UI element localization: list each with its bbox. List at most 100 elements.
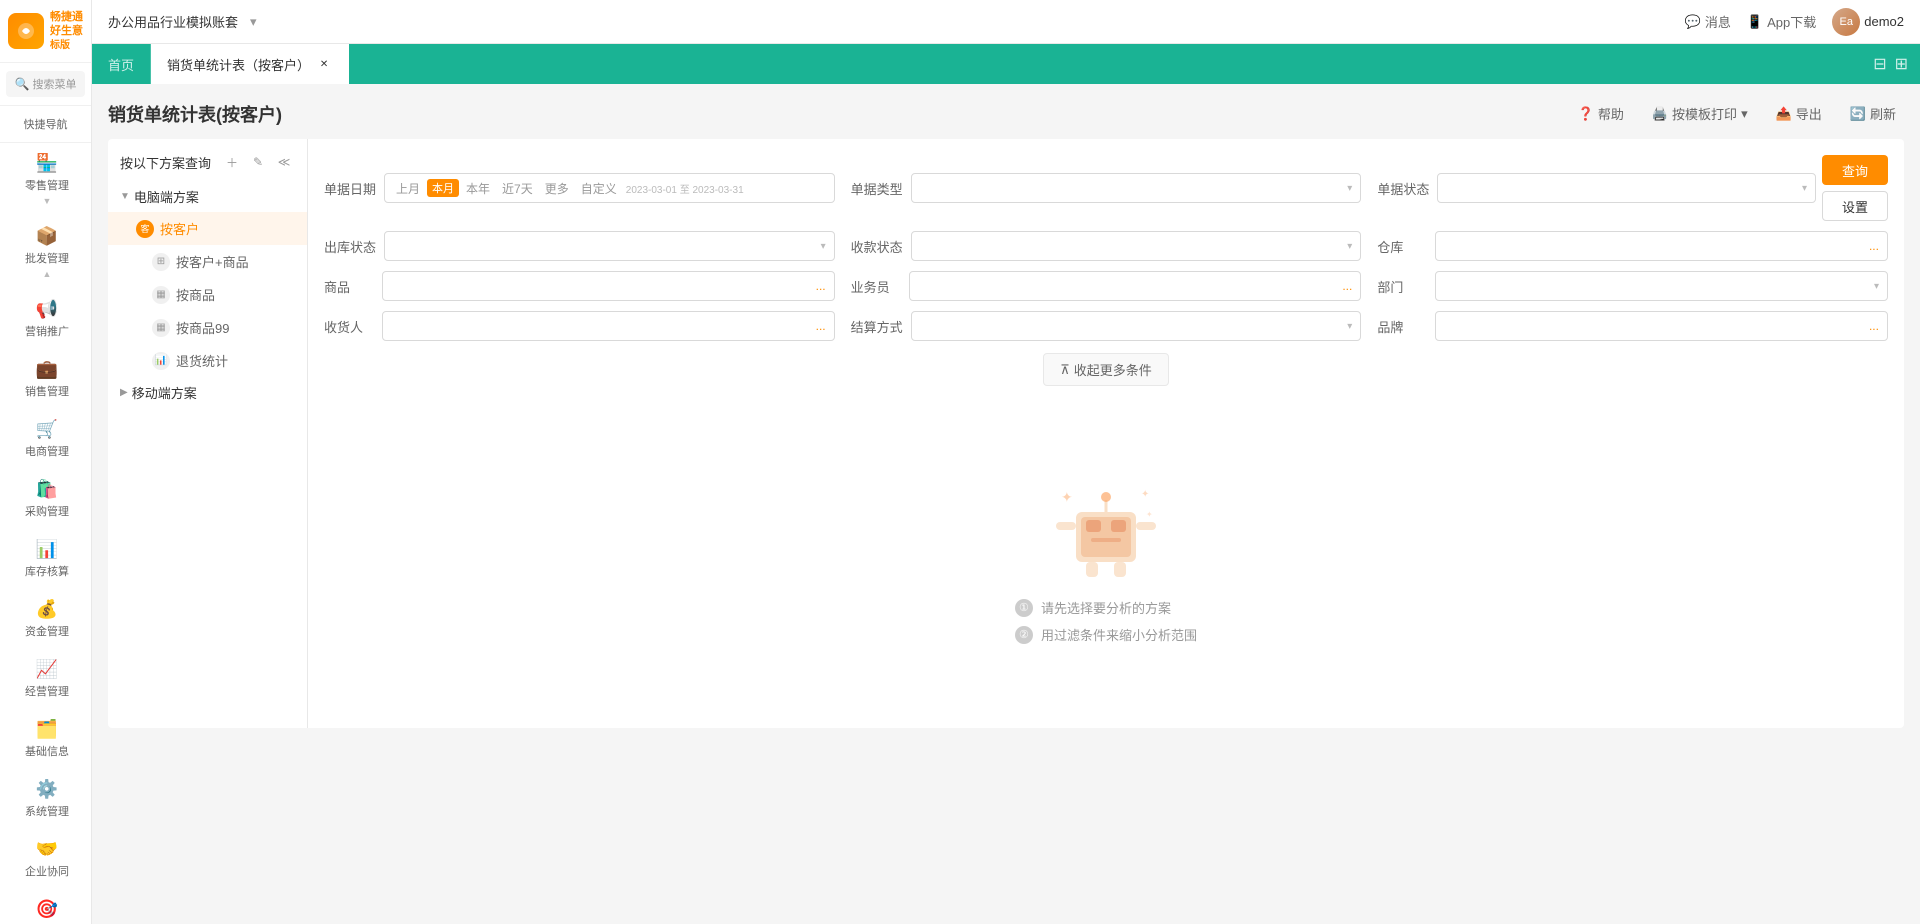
tab-close-button[interactable]: ✕ [316, 56, 332, 72]
minimize-button[interactable]: ⊟ [1873, 54, 1886, 74]
svg-text:✦: ✦ [1061, 489, 1073, 505]
collapse-panel-button[interactable]: ≪ [273, 151, 295, 173]
page-actions: ❓ 帮助 🖨️ 按模板打印 ▾ 📤 导出 🔄 刷新 [1570, 100, 1904, 127]
date-this-month[interactable]: 本月 [427, 179, 459, 197]
filter-receiver: 收货人 ... [324, 311, 835, 341]
scheme-item-by-goods[interactable]: ▦ 按商品 [108, 278, 307, 311]
quick-nav: 快捷导航 [0, 106, 91, 143]
warehouse-select[interactable]: ... [1435, 231, 1888, 261]
filter-salesperson: 业务员 ... [851, 271, 1362, 301]
sidebar-item-marketing[interactable]: 📢 营销推广 [0, 289, 91, 349]
doc-status-label: 单据状态 [1377, 179, 1429, 198]
tab-home[interactable]: 首页 [92, 44, 151, 84]
sidebar-item-newcomer[interactable]: 🎯 新手引导 [0, 889, 91, 924]
filter-date: 单据日期 上月 本月 本年 近7天 更多 自定义 2023-03-01 至 20… [324, 173, 835, 203]
maximize-button[interactable]: ⊞ [1895, 54, 1908, 74]
help-button[interactable]: ❓ 帮助 [1570, 100, 1632, 127]
date-range-text: 2023-03-01 至 2023-03-31 [626, 181, 744, 196]
filter-doc-status: 单据状态 ▾ [1377, 173, 1816, 203]
department-select[interactable]: ▾ [1435, 271, 1888, 301]
messages-button[interactable]: 💬 消息 [1685, 12, 1731, 31]
date-last-month[interactable]: 上月 [391, 178, 425, 199]
app-logo: 畅捷通好生意 标版 [0, 0, 91, 63]
search-menu-button[interactable]: 🔍 帮助 搜索菜单 [6, 71, 85, 97]
header-actions: 💬 消息 📱 App下载 Ea demo2 [1685, 8, 1904, 36]
marketing-icon: 📢 [36, 299, 58, 320]
date-this-year[interactable]: 本年 [461, 178, 495, 199]
brand-label: 品牌 [1377, 317, 1427, 336]
collapse-filters-button[interactable]: ⊼ 收起更多条件 [1043, 353, 1169, 386]
sidebar-item-system[interactable]: ⚙️ 系统管理 [0, 769, 91, 829]
grid-scheme-icon: ⊞ [152, 253, 170, 271]
avatar: Ea [1832, 8, 1860, 36]
chevron-down-icon5: ▾ [1874, 281, 1879, 292]
page-title: 销货单统计表(按客户) [108, 101, 282, 127]
goods-select[interactable]: ... [382, 271, 835, 301]
outbound-select[interactable]: ▾ [384, 231, 835, 261]
print-arrow: ▾ [1741, 106, 1748, 122]
filter-doc-type: 单据类型 ▾ [851, 173, 1362, 203]
outbound-label: 出库状态 [324, 237, 376, 256]
sidebar-item-purchase[interactable]: 🛍️ 采购管理 [0, 469, 91, 529]
scheme-group-desktop-header[interactable]: ▼ 电脑端方案 [108, 181, 307, 212]
svg-text:✦: ✦ [1146, 510, 1153, 519]
wholesale-icon: 📦 [36, 226, 58, 247]
app-download-button[interactable]: 📱 App下载 [1747, 12, 1816, 31]
sidebar-item-inventory[interactable]: 📊 库存核算 [0, 529, 91, 589]
bar-scheme-icon: 📊 [152, 352, 170, 370]
top-header: 办公用品行业模拟账套 ▾ 💬 消息 📱 App下载 Ea demo2 [92, 0, 1920, 44]
scheme-item-by-goods-99[interactable]: ▦ 按商品99 [108, 311, 307, 344]
sidebar-item-sales[interactable]: 💼 销售管理 [0, 349, 91, 409]
export-button[interactable]: 📤 导出 [1768, 100, 1830, 127]
date-more[interactable]: 更多 [540, 178, 574, 199]
left-panel-title: 按以下方案查询 [120, 153, 211, 172]
payment-status-select[interactable]: ▾ [911, 231, 1362, 261]
sidebar-item-finance[interactable]: 💰 资金管理 [0, 589, 91, 649]
quick-nav-button[interactable]: 快捷导航 [0, 112, 91, 136]
date-custom[interactable]: 自定义 [576, 178, 622, 199]
date-last-7[interactable]: 近7天 [497, 178, 538, 199]
breadcrumb-area: 办公用品行业模拟账套 ▾ [108, 12, 261, 31]
chevron-down-icon: ▾ [1347, 183, 1352, 194]
settlement-label: 结算方式 [851, 317, 903, 336]
left-panel: 按以下方案查询 ＋ ✎ ≪ ▼ 电脑端方案 客 按客户 [108, 139, 308, 728]
sidebar-item-operations[interactable]: 📈 经营管理 [0, 649, 91, 709]
scheme-item-return-stat[interactable]: 📊 退货统计 [108, 344, 307, 377]
refresh-button[interactable]: 🔄 刷新 [1842, 100, 1904, 127]
doc-type-select[interactable]: ▾ [911, 173, 1362, 203]
doc-status-select[interactable]: ▾ [1437, 173, 1816, 203]
step-num-2: ② [1015, 626, 1033, 644]
brand-select[interactable]: ... [1435, 311, 1888, 341]
tab-sales-stat[interactable]: 销货单统计表（按客户） ✕ [151, 44, 349, 84]
username: demo2 [1864, 14, 1904, 29]
basics-icon: 🗂️ [36, 719, 58, 740]
filter-doc-status-with-btn: 单据状态 ▾ 查询 设置 [1377, 155, 1888, 221]
retail-icon: 🏪 [36, 153, 58, 174]
brand-dots: ... [1869, 319, 1879, 333]
group-label: 电脑端方案 [134, 187, 199, 206]
scheme-item-by-customer[interactable]: 客 按客户 [108, 212, 307, 245]
settings-button[interactable]: 设置 [1822, 191, 1888, 221]
salesperson-select[interactable]: ... [909, 271, 1362, 301]
query-button[interactable]: 查询 [1822, 155, 1888, 185]
scheme-item-by-customer-goods[interactable]: ⊞ 按客户+商品 [108, 245, 307, 278]
date-label: 单据日期 [324, 179, 376, 198]
user-profile[interactable]: Ea demo2 [1832, 8, 1904, 36]
edit-scheme-button[interactable]: ✎ [247, 151, 269, 173]
sidebar-item-ecommerce[interactable]: 🛒 电商管理 [0, 409, 91, 469]
add-scheme-button[interactable]: ＋ [221, 151, 243, 173]
sidebar-item-wholesale[interactable]: 📦 批发管理 ▲ [0, 216, 91, 289]
print-button[interactable]: 🖨️ 按模板打印 ▾ [1644, 100, 1756, 127]
sales-icon: 💼 [36, 359, 58, 380]
scheme-group-mobile-header[interactable]: ▶ 移动端方案 [108, 377, 307, 408]
table99-scheme-icon: ▦ [152, 319, 170, 337]
receiver-select[interactable]: ... [382, 311, 835, 341]
settlement-select[interactable]: ▾ [911, 311, 1362, 341]
purchase-icon: 🛍️ [36, 479, 58, 500]
filter-department: 部门 ▾ [1377, 271, 1888, 301]
sidebar-item-retail[interactable]: 🏪 零售管理 ▼ [0, 143, 91, 216]
salesperson-label: 业务员 [851, 277, 901, 296]
page-content: 销货单统计表(按客户) ❓ 帮助 🖨️ 按模板打印 ▾ 📤 导出 🔄 刷新 [92, 84, 1920, 924]
sidebar-item-cooperation[interactable]: 🤝 企业协同 [0, 829, 91, 889]
sidebar-item-basics[interactable]: 🗂️ 基础信息 [0, 709, 91, 769]
